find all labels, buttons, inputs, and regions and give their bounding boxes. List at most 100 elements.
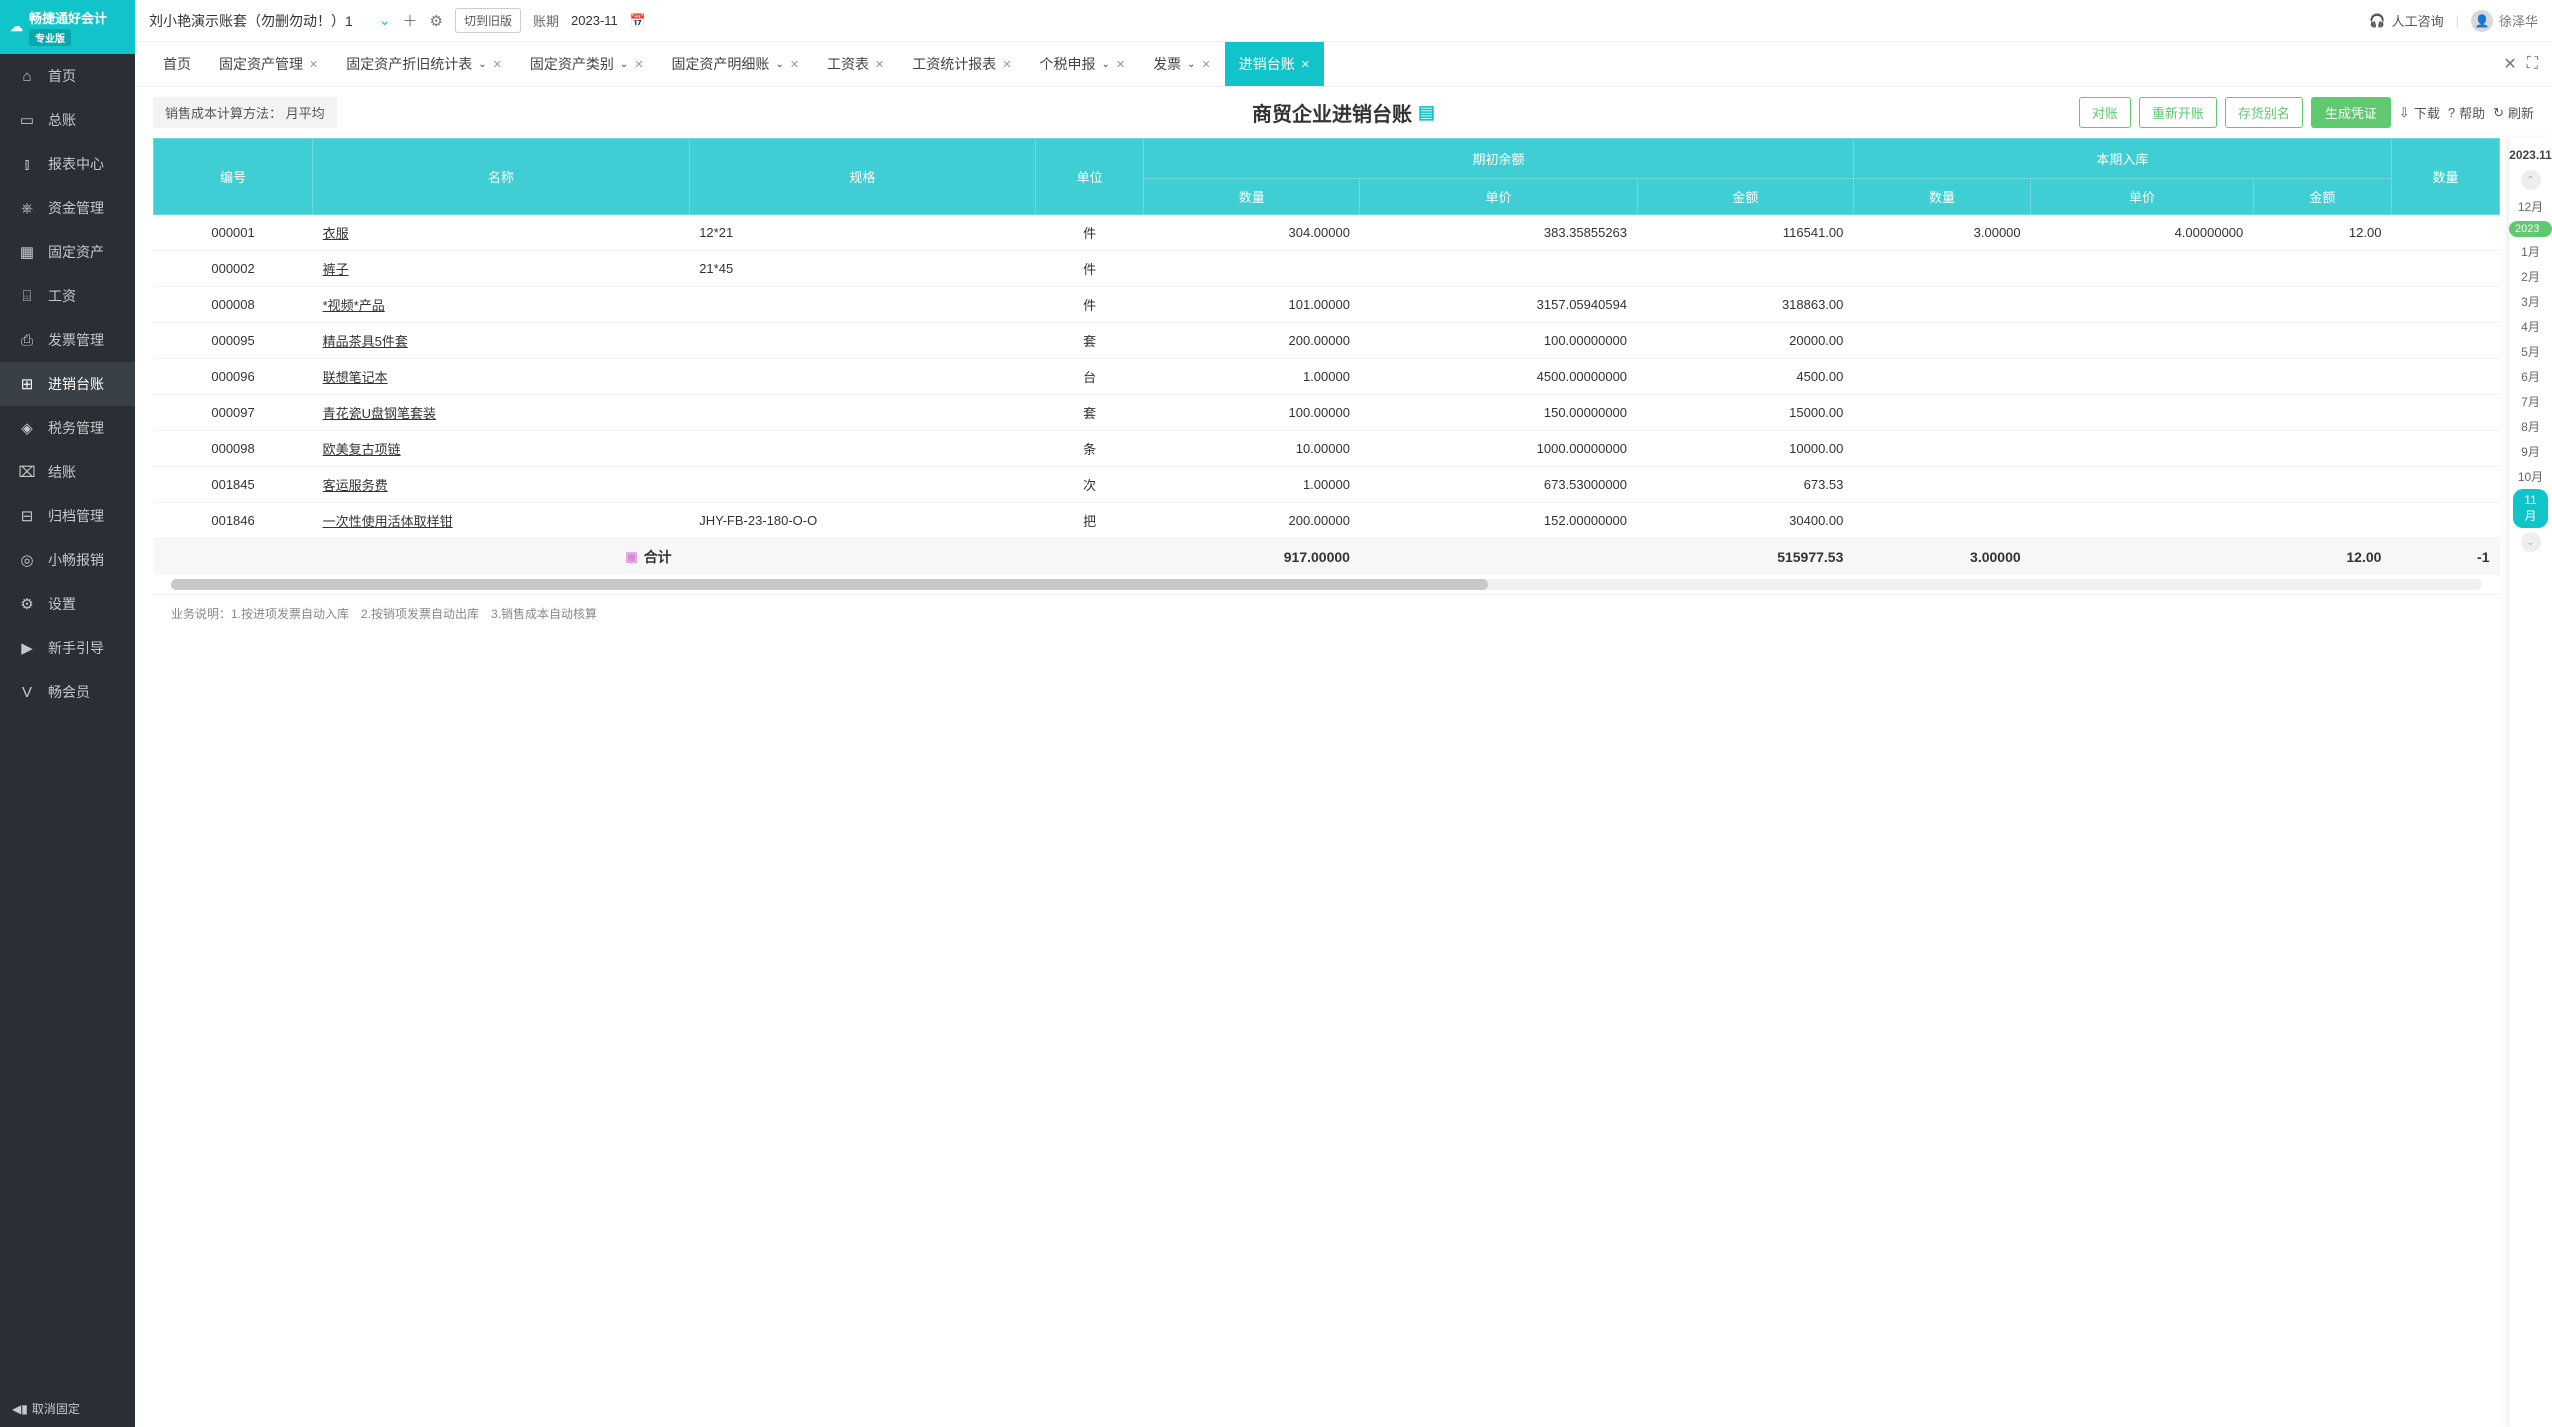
unpin-icon: ◀▮ — [12, 1402, 28, 1416]
account-selector[interactable]: 刘小艳演示账套（勿删勿动！）1 — [149, 11, 353, 31]
timeline-year-badge: 2023 — [2509, 221, 2552, 237]
alias-button[interactable]: 存货别名 — [2225, 97, 2303, 128]
sidebar-item-fund[interactable]: ⎈资金管理 — [0, 186, 135, 230]
brand-edition: 专业版 — [29, 29, 71, 46]
timeline-month[interactable]: 6月 — [2509, 364, 2552, 389]
document-icon[interactable]: ▤ — [1418, 102, 1435, 123]
reopen-button[interactable]: 重新开账 — [2139, 97, 2217, 128]
help-button[interactable]: ?帮助 — [2448, 103, 2485, 122]
reconcile-button[interactable]: 对账 — [2079, 97, 2131, 128]
timeline-month[interactable]: 7月 — [2509, 389, 2552, 414]
item-name-link[interactable]: 青花瓷U盘钢笔套装 — [323, 406, 436, 421]
timeline-month[interactable]: 12月 — [2509, 194, 2552, 219]
timeline-head: 2023.11 — [2509, 144, 2552, 166]
tab-工资统计报表[interactable]: 工资统计报表 ✕ — [898, 42, 1025, 86]
download-button[interactable]: ⇩下载 — [2399, 103, 2440, 122]
table-row: 000095精品茶具5件套套200.00000100.0000000020000… — [154, 323, 2500, 359]
tab-固定资产明细账[interactable]: 固定资产明细账 ⌄ ✕ — [657, 42, 813, 86]
timeline-month[interactable]: 8月 — [2509, 414, 2552, 439]
tab-首页[interactable]: 首页 — [149, 42, 205, 86]
sidebar-item-tax[interactable]: ◈税务管理 — [0, 406, 135, 450]
sidebar-item-promo[interactable]: ◎小畅报销 — [0, 538, 135, 582]
chevron-down-icon[interactable]: ⌄ — [379, 12, 391, 29]
close-icon[interactable]: ✕ — [309, 58, 318, 71]
horizontal-scrollbar[interactable] — [171, 579, 2482, 590]
tab-工资表[interactable]: 工资表 ✕ — [813, 42, 898, 86]
close-icon[interactable]: ✕ — [493, 58, 502, 71]
table-row: 001846一次性使用活体取样钳JHY-FB-23-180-O-O把200.00… — [154, 503, 2500, 539]
download-icon: ⇩ — [2399, 105, 2410, 121]
tab-个税申报[interactable]: 个税申报 ⌄ ✕ — [1025, 42, 1139, 86]
promo-icon: ◎ — [18, 551, 36, 569]
table-row: 000098欧美复古项链条10.000001000.0000000010000.… — [154, 431, 2500, 467]
sidebar-item-inv[interactable]: ⊞进销台账 — [0, 362, 135, 406]
home-icon: ⌂ — [18, 67, 36, 85]
item-name-link[interactable]: 一次性使用活体取样钳 — [323, 514, 453, 529]
sidebar-item-close[interactable]: ⌧结账 — [0, 450, 135, 494]
close-icon[interactable]: ✕ — [1301, 58, 1310, 71]
item-name-link[interactable]: *视频*产品 — [323, 298, 385, 313]
add-icon[interactable]: ＋ — [403, 10, 418, 31]
gear-icon[interactable]: ⚙ — [430, 12, 443, 30]
close-all-tabs-icon[interactable]: ✕ — [2503, 54, 2516, 74]
inv-icon: ⊞ — [18, 375, 36, 393]
timeline-month[interactable]: 5月 — [2509, 339, 2552, 364]
timeline-month[interactable]: 10月 — [2509, 464, 2552, 489]
item-name-link[interactable]: 欧美复古项链 — [323, 442, 401, 457]
timeline-month[interactable]: 2月 — [2509, 264, 2552, 289]
close-icon[interactable]: ✕ — [875, 58, 884, 71]
timeline-month[interactable]: 3月 — [2509, 289, 2552, 314]
tab-固定资产类别[interactable]: 固定资产类别 ⌄ ✕ — [516, 42, 658, 86]
item-name-link[interactable]: 衣服 — [323, 226, 349, 241]
item-name-link[interactable]: 联想笔记本 — [323, 370, 388, 385]
sidebar-item-chart[interactable]: ⫾报表中心 — [0, 142, 135, 186]
tab-发票[interactable]: 发票 ⌄ ✕ — [1139, 42, 1225, 86]
sum-icon: ▣ — [625, 549, 637, 565]
close-icon[interactable]: ✕ — [634, 58, 643, 71]
calendar-icon[interactable]: 📅 — [630, 13, 646, 29]
calc-method[interactable]: 销售成本计算方法： 月平均 — [153, 97, 337, 128]
tab-固定资产管理[interactable]: 固定资产管理 ✕ — [205, 42, 332, 86]
timeline-month[interactable]: 11月 — [2513, 489, 2548, 528]
timeline-month[interactable]: 4月 — [2509, 314, 2552, 339]
ledger-icon: ▭ — [18, 111, 36, 129]
table-row: 000096联想笔记本台1.000004500.000000004500.00 — [154, 359, 2500, 395]
sidebar-item-asset[interactable]: ▦固定资产 — [0, 230, 135, 274]
generate-voucher-button[interactable]: 生成凭证 — [2311, 97, 2391, 128]
item-name-link[interactable]: 客运服务费 — [323, 478, 388, 493]
sidebar-item-vip[interactable]: V畅会员 — [0, 670, 135, 714]
tab-bar: 首页固定资产管理 ✕固定资产折旧统计表 ⌄ ✕固定资产类别 ⌄ ✕固定资产明细账… — [135, 42, 2552, 87]
sidebar-unpin[interactable]: ◀▮ 取消固定 — [0, 1390, 135, 1427]
user-menu[interactable]: 👤 徐泽华 — [2471, 10, 2538, 32]
tab-进销台账[interactable]: 进销台账 ✕ — [1225, 42, 1324, 86]
close-icon[interactable]: ✕ — [790, 58, 799, 71]
period-timeline: 2023.11 ⌃ 12月 2023 1月2月3月4月5月6月7月8月9月10月11… — [2508, 138, 2552, 1427]
sidebar-item-ledger[interactable]: ▭总账 — [0, 98, 135, 142]
guide-icon: ▶ — [18, 639, 36, 657]
item-name-link[interactable]: 裤子 — [323, 262, 349, 277]
item-name-link[interactable]: 精品茶具5件套 — [323, 334, 408, 349]
sidebar-item-salary[interactable]: ⌸工资 — [0, 274, 135, 318]
period-value[interactable]: 2023-11 — [571, 13, 618, 28]
fullscreen-icon[interactable]: ⛶ — [2527, 55, 2538, 73]
chevron-down-icon: ⌄ — [478, 59, 486, 70]
tab-固定资产折旧统计表[interactable]: 固定资产折旧统计表 ⌄ ✕ — [332, 42, 516, 86]
table-row: 000008*视频*产品件101.000003157.0594059431886… — [154, 287, 2500, 323]
sidebar-item-home[interactable]: ⌂首页 — [0, 54, 135, 98]
col-unit: 单位 — [1036, 139, 1144, 215]
sidebar-item-guide[interactable]: ▶新手引导 — [0, 626, 135, 670]
sidebar-item-invoice[interactable]: ⎙发票管理 — [0, 318, 135, 362]
switch-version-button[interactable]: 切到旧版 — [455, 8, 521, 33]
close-icon[interactable]: ✕ — [1116, 58, 1125, 71]
sidebar-item-gear[interactable]: ⚙设置 — [0, 582, 135, 626]
col-in: 本期入库 — [1853, 139, 2391, 179]
timeline-down-icon[interactable]: ⌄ — [2521, 532, 2541, 552]
refresh-button[interactable]: ↻刷新 — [2493, 103, 2534, 122]
close-icon[interactable]: ✕ — [1002, 58, 1011, 71]
close-icon[interactable]: ✕ — [1201, 58, 1210, 71]
timeline-up-icon[interactable]: ⌃ — [2521, 170, 2541, 190]
sidebar-item-archive[interactable]: ⊟归档管理 — [0, 494, 135, 538]
consult-link[interactable]: 🎧 人工咨询 — [2369, 11, 2443, 30]
timeline-month[interactable]: 9月 — [2509, 439, 2552, 464]
timeline-month[interactable]: 1月 — [2509, 239, 2552, 264]
